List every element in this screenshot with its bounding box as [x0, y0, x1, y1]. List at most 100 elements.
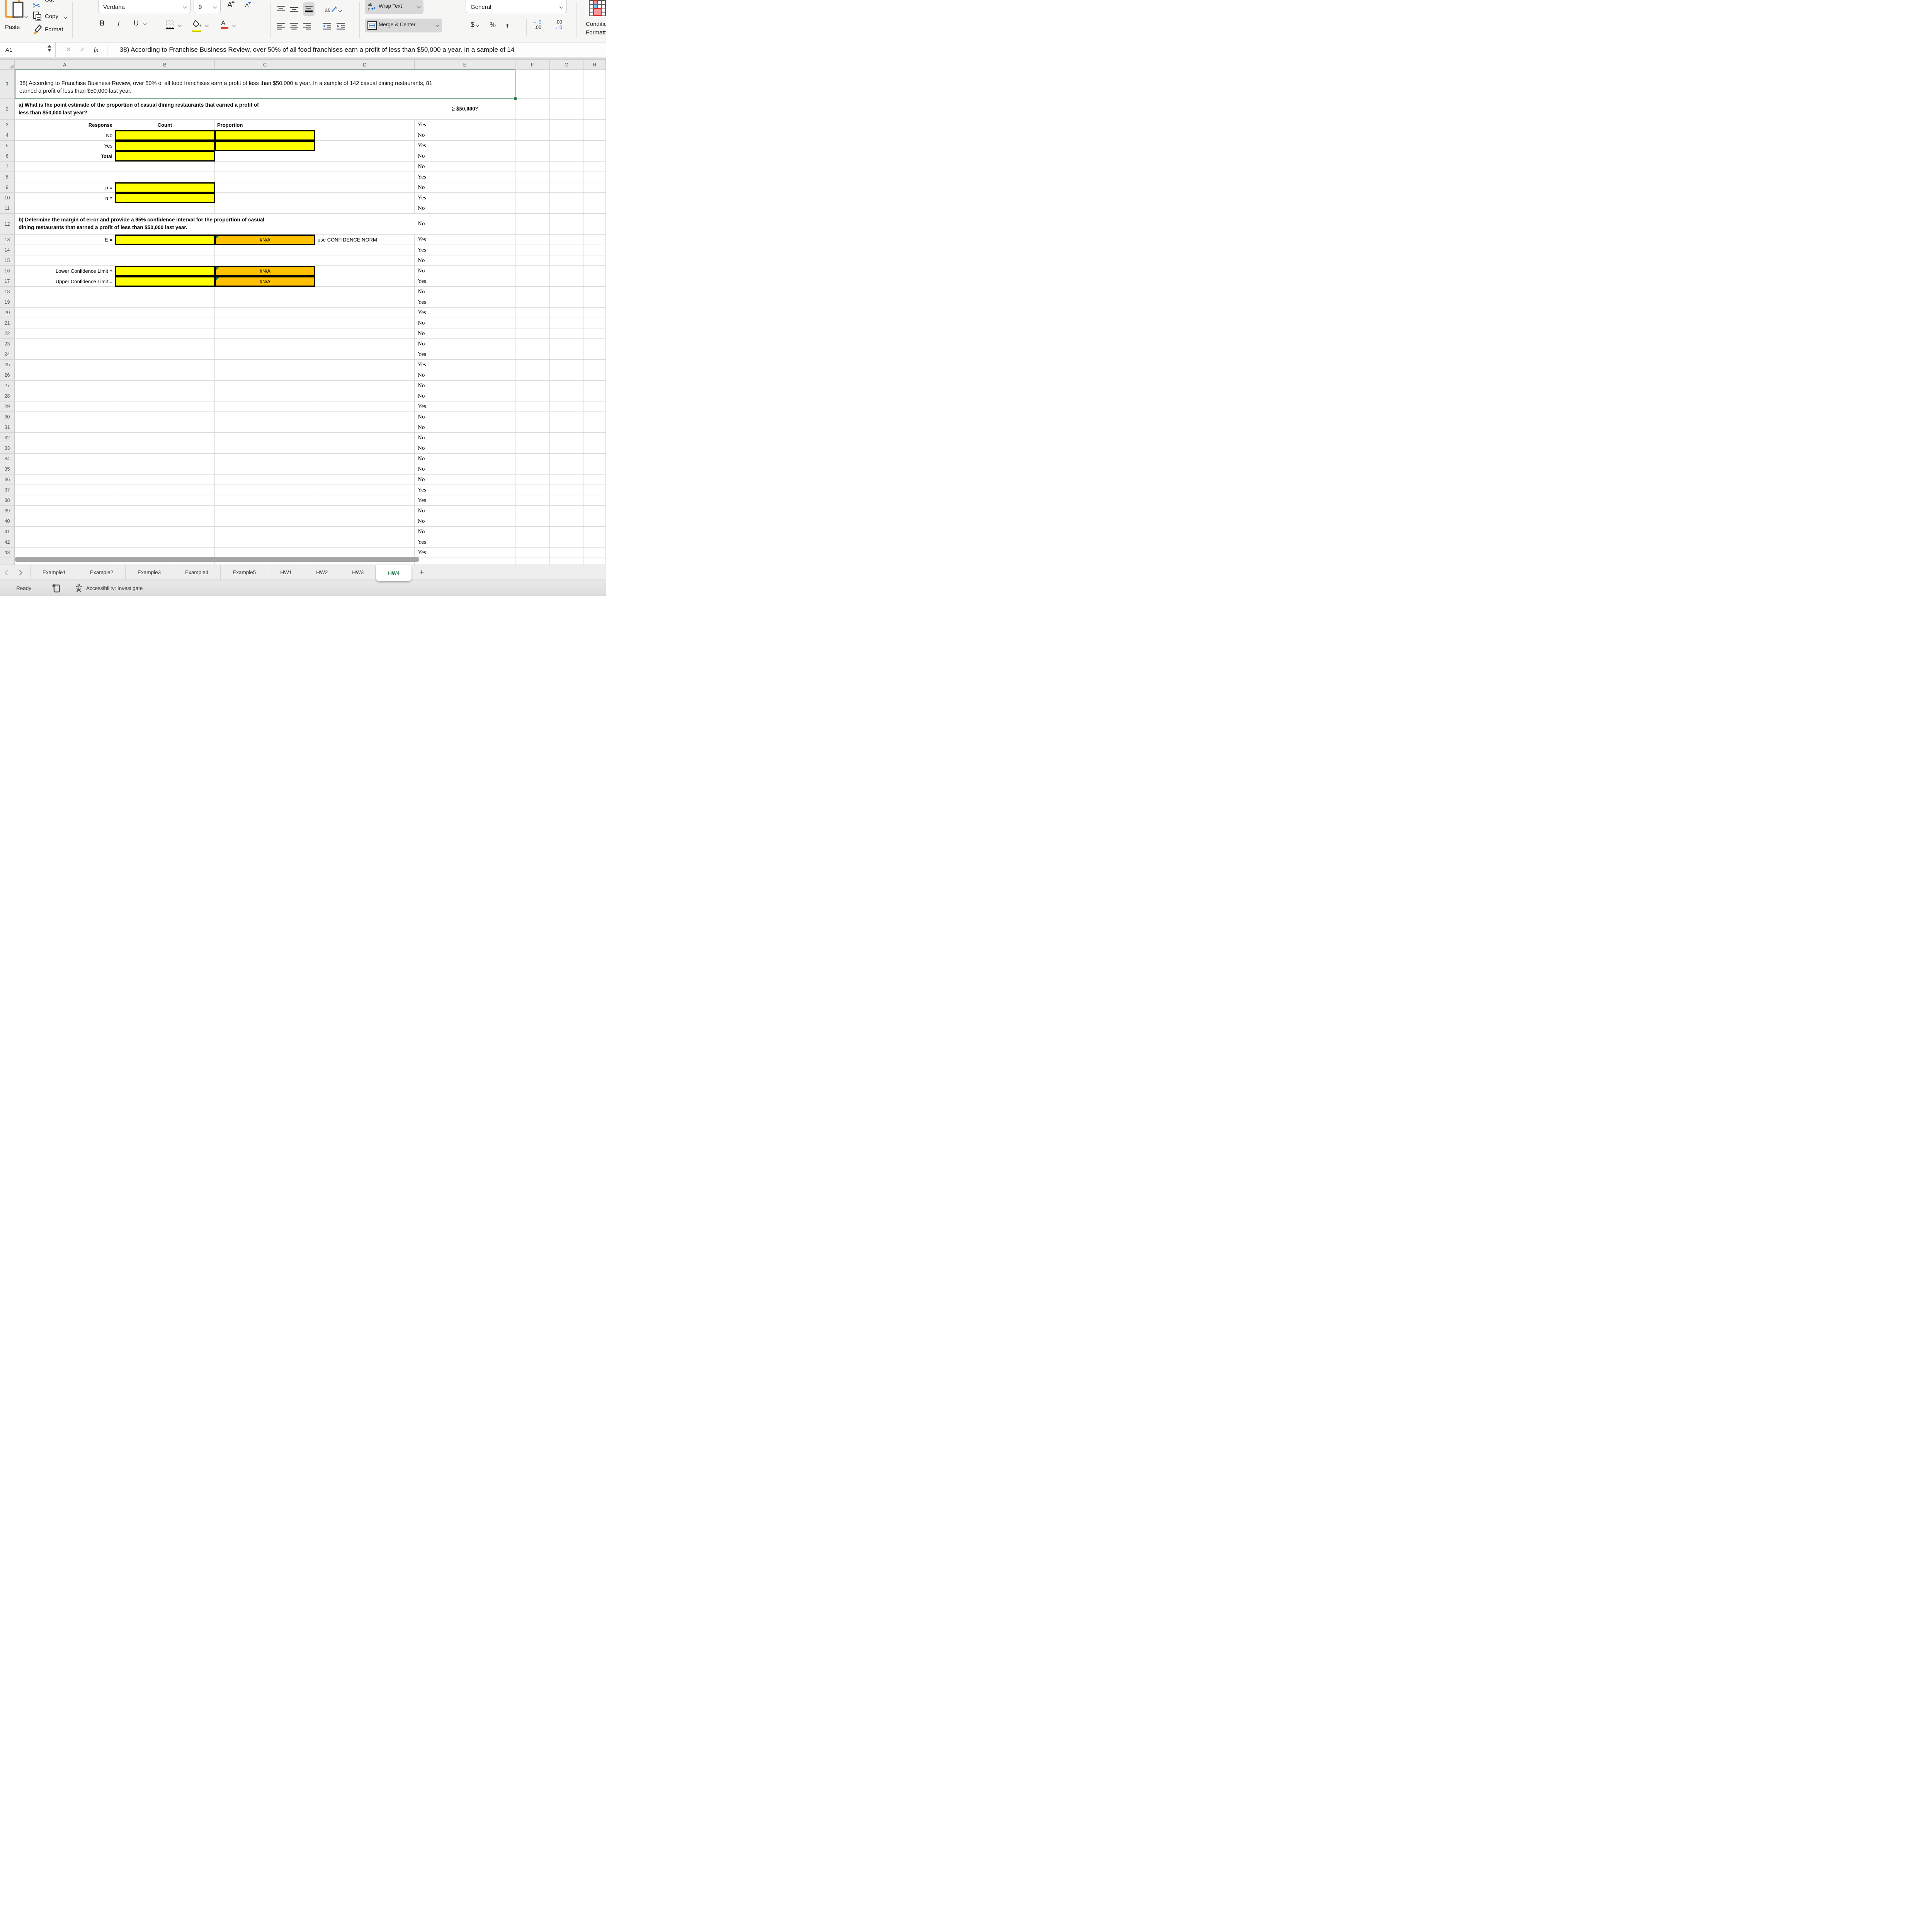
- cell-C8[interactable]: [215, 172, 315, 182]
- cell-E30[interactable]: No: [415, 412, 515, 422]
- cell-H25[interactable]: [583, 360, 606, 370]
- cell-G21[interactable]: [550, 318, 583, 328]
- cell-D20[interactable]: [315, 308, 415, 318]
- cell-D35[interactable]: [315, 464, 415, 474]
- row-header-42[interactable]: 42: [0, 537, 15, 548]
- cell-G33[interactable]: [550, 443, 583, 454]
- cell-C37[interactable]: [215, 485, 315, 495]
- cell-F10[interactable]: [515, 193, 550, 203]
- cell-H31[interactable]: [583, 422, 606, 433]
- font-size-combo[interactable]: 9: [194, 0, 221, 13]
- cell-E41[interactable]: No: [415, 527, 515, 537]
- cell-E42[interactable]: Yes: [415, 537, 515, 548]
- sheet-tab-Example5[interactable]: Example5: [221, 565, 269, 580]
- cell-B37[interactable]: [115, 485, 215, 495]
- align-left-icon[interactable]: [277, 22, 285, 31]
- cell-A10[interactable]: n =: [15, 193, 115, 203]
- cell-C23[interactable]: [215, 339, 315, 349]
- sheet-tab-HW2[interactable]: HW2: [304, 565, 340, 580]
- cell-H29[interactable]: [583, 401, 606, 412]
- cell-F3[interactable]: [515, 120, 550, 130]
- cell-B21[interactable]: [115, 318, 215, 328]
- row-header-12[interactable]: 12: [0, 214, 15, 235]
- cell-E32[interactable]: No: [415, 433, 515, 443]
- cell-F35[interactable]: [515, 464, 550, 474]
- cell-H42[interactable]: [583, 537, 606, 548]
- cell-C29[interactable]: [215, 401, 315, 412]
- cell-E35[interactable]: No: [415, 464, 515, 474]
- cell-H13[interactable]: [583, 235, 606, 245]
- cell-F6[interactable]: [515, 151, 550, 162]
- cell-E3[interactable]: Yes: [415, 120, 515, 130]
- cell-B25[interactable]: [115, 360, 215, 370]
- cell-C11[interactable]: [215, 203, 315, 214]
- cell-E27[interactable]: No: [415, 381, 515, 391]
- insert-function-icon[interactable]: fx: [94, 46, 99, 54]
- cell-B3[interactable]: Count: [115, 120, 215, 130]
- cell-D6[interactable]: [315, 151, 415, 162]
- row-header-22[interactable]: 22: [0, 328, 15, 339]
- cell-H23[interactable]: [583, 339, 606, 349]
- cell-G39[interactable]: [550, 506, 583, 516]
- cell-H9[interactable]: [583, 182, 606, 193]
- cell-D14[interactable]: [315, 245, 415, 255]
- cell-C39[interactable]: [215, 506, 315, 516]
- cell-F30[interactable]: [515, 412, 550, 422]
- accessibility-status[interactable]: Accessibility: Investigate: [86, 585, 143, 591]
- cell-C14[interactable]: [215, 245, 315, 255]
- grow-font-button[interactable]: A: [227, 1, 235, 10]
- cell-H35[interactable]: [583, 464, 606, 474]
- cell-F24[interactable]: [515, 349, 550, 360]
- cell-G26[interactable]: [550, 370, 583, 381]
- cell-D11[interactable]: [315, 203, 415, 214]
- cell-F15[interactable]: [515, 255, 550, 266]
- cell-B31[interactable]: [115, 422, 215, 433]
- cell-F26[interactable]: [515, 370, 550, 381]
- cell-C24[interactable]: [215, 349, 315, 360]
- sheet-tab-HW4[interactable]: HW4: [376, 565, 412, 581]
- cell-A7[interactable]: [15, 162, 115, 172]
- cell-G36[interactable]: [550, 474, 583, 485]
- row-header-11[interactable]: 11: [0, 203, 15, 214]
- borders-button[interactable]: [165, 20, 182, 31]
- cell-H37[interactable]: [583, 485, 606, 495]
- cell-A34[interactable]: [15, 454, 115, 464]
- cell-B15[interactable]: [115, 255, 215, 266]
- cell-B38[interactable]: [115, 495, 215, 506]
- wrap-text-button[interactable]: ab c Wrap Text: [365, 0, 423, 14]
- cell-D8[interactable]: [315, 172, 415, 182]
- selection-fill-handle[interactable]: [514, 97, 517, 100]
- cell-A5[interactable]: Yes: [15, 141, 115, 151]
- cell-F27[interactable]: [515, 381, 550, 391]
- cell-B19[interactable]: [115, 297, 215, 308]
- sheet-tab-HW1[interactable]: HW1: [268, 565, 304, 580]
- cell-E34[interactable]: No: [415, 454, 515, 464]
- cell-C4[interactable]: [215, 130, 315, 141]
- cell-E24[interactable]: Yes: [415, 349, 515, 360]
- cell-D41[interactable]: [315, 527, 415, 537]
- cell-G19[interactable]: [550, 297, 583, 308]
- cell-H17[interactable]: [583, 276, 606, 287]
- cell-A19[interactable]: [15, 297, 115, 308]
- cell-F21[interactable]: [515, 318, 550, 328]
- cell-B30[interactable]: [115, 412, 215, 422]
- align-bottom-button-selected[interactable]: [303, 2, 315, 16]
- cell-C19[interactable]: [215, 297, 315, 308]
- cell-F11[interactable]: [515, 203, 550, 214]
- align-middle-icon[interactable]: [290, 5, 298, 14]
- cell-C43[interactable]: [215, 548, 315, 558]
- cell-A13[interactable]: E =: [15, 235, 115, 245]
- row-header-13[interactable]: 13: [0, 235, 15, 245]
- cell-A42[interactable]: [15, 537, 115, 548]
- cell-C10[interactable]: [215, 193, 315, 203]
- cell-F31[interactable]: [515, 422, 550, 433]
- cell-E29[interactable]: Yes: [415, 401, 515, 412]
- cell-G27[interactable]: [550, 381, 583, 391]
- cell-B6[interactable]: [115, 151, 215, 162]
- cell-A38[interactable]: [15, 495, 115, 506]
- column-header-D[interactable]: D: [315, 60, 415, 70]
- cell-F29[interactable]: [515, 401, 550, 412]
- cell-G25[interactable]: [550, 360, 583, 370]
- cell-A32[interactable]: [15, 433, 115, 443]
- row-header-44[interactable]: [0, 558, 15, 565]
